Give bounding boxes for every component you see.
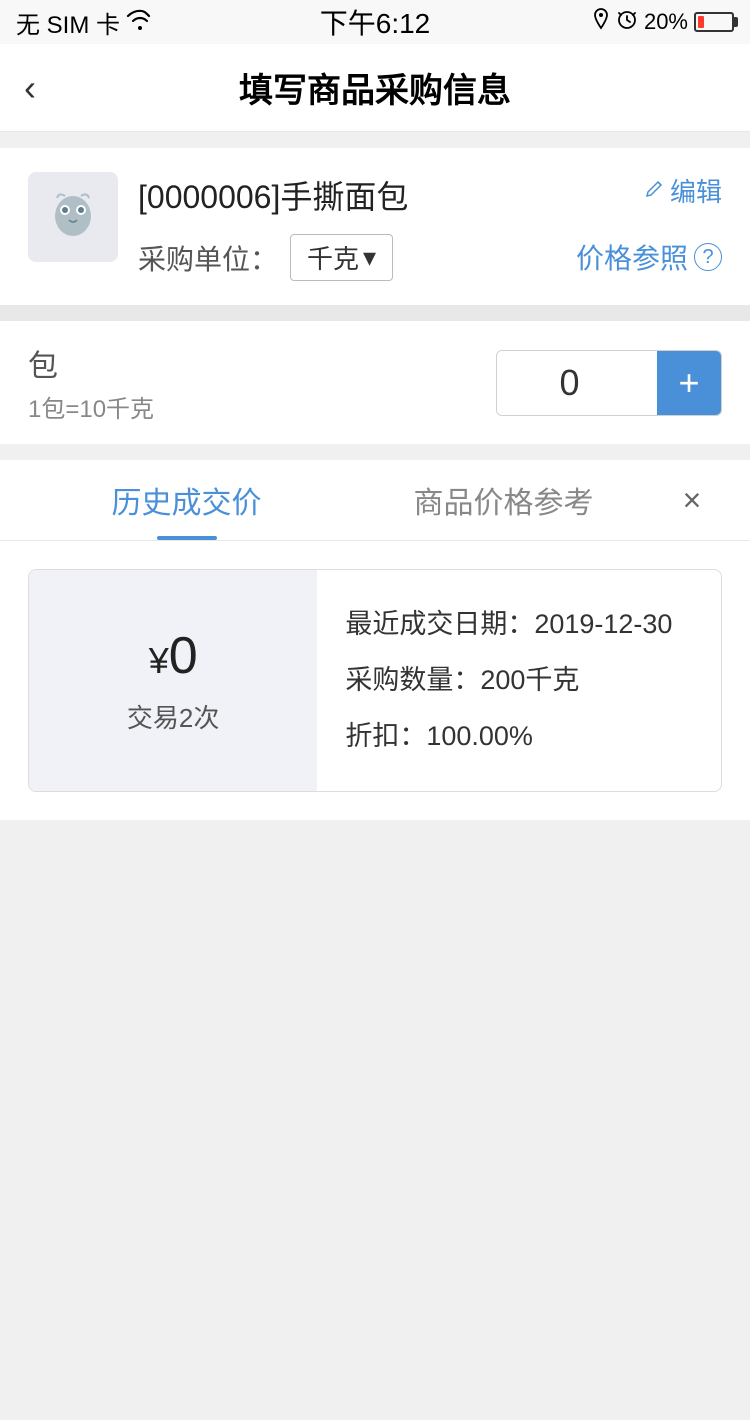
close-icon: × (683, 482, 702, 519)
alarm-icon (616, 8, 638, 36)
quantity-conversion: 1包=10千克 (28, 389, 154, 424)
price-card-left: ¥0 交易2次 (29, 570, 317, 791)
purchase-qty-label: 采购数量： (345, 665, 480, 695)
product-left: [0000006]手撕面包 采购单位： 千克 ▾ (28, 172, 408, 281)
bottom-area (0, 820, 750, 1420)
trade-count: 交易2次 (127, 698, 219, 735)
discount-value: 100.00% (426, 721, 533, 751)
tab-product-price-ref-label: 商品价格参考 (414, 478, 594, 522)
last-deal-date-row: 最近成交日期：2019-12-30 (345, 606, 693, 644)
price-amount: ¥0 (149, 626, 198, 686)
discount-label: 折扣： (345, 721, 426, 751)
quantity-input[interactable] (497, 351, 657, 415)
price-value: 0 (169, 627, 198, 685)
wifi-icon (126, 8, 154, 37)
unit-label: 采购单位： (138, 238, 278, 278)
tab-product-price-ref[interactable]: 商品价格参考 (345, 460, 662, 540)
last-deal-date: 2019-12-30 (534, 609, 672, 639)
product-info: [0000006]手撕面包 采购单位： 千克 ▾ (138, 172, 408, 281)
price-card-right: 最近成交日期：2019-12-30 采购数量：200千克 折扣：100.00% (317, 570, 721, 791)
discount-row: 折扣：100.00% (345, 718, 693, 756)
unit-value: 千克 (307, 239, 359, 276)
edit-label: 编辑 (670, 172, 722, 209)
status-bar: 无 SIM 卡 下午6:12 20% (0, 0, 750, 44)
location-icon (592, 8, 610, 36)
help-icon: ? (694, 243, 722, 271)
unit-selector[interactable]: 千克 ▾ (290, 234, 393, 281)
tabs-section: 历史成交价 商品价格参考 × ¥0 交易2次 最近成交日期：2019-12-30… (0, 460, 750, 820)
status-left: 无 SIM 卡 (16, 5, 154, 40)
tab-history-price[interactable]: 历史成交价 (28, 460, 345, 540)
section-divider (0, 305, 750, 321)
product-header: [0000006]手撕面包 采购单位： 千克 ▾ 编辑 价格参照 (28, 172, 722, 281)
edit-button[interactable]: 编辑 (644, 172, 722, 209)
status-right: 20% (592, 8, 734, 36)
product-section: [0000006]手撕面包 采购单位： 千克 ▾ 编辑 价格参照 (0, 148, 750, 305)
quantity-row: 包 1包=10千克 + (0, 321, 750, 444)
battery-percent: 20% (644, 9, 688, 35)
product-right: 编辑 价格参照 ? (576, 172, 722, 277)
product-image-icon (43, 184, 103, 251)
tab-close-button[interactable]: × (662, 460, 722, 540)
product-thumbnail (28, 172, 118, 262)
page-title: 填写商品采购信息 (239, 63, 511, 112)
quantity-label-area: 包 1包=10千克 (28, 341, 154, 424)
purchase-qty-value: 200千克 (480, 665, 579, 695)
tab-history-price-label: 历史成交价 (112, 478, 262, 522)
price-card: ¥0 交易2次 最近成交日期：2019-12-30 采购数量：200千克 折扣：… (28, 569, 722, 792)
carrier-text: 无 SIM 卡 (16, 5, 120, 40)
quantity-unit-label: 包 (28, 341, 154, 385)
tabs-content: ¥0 交易2次 最近成交日期：2019-12-30 采购数量：200千克 折扣：… (0, 541, 750, 820)
quantity-control: + (496, 350, 722, 416)
nav-bar: ‹ 填写商品采购信息 (0, 44, 750, 132)
product-unit-row: 采购单位： 千克 ▾ (138, 234, 408, 281)
battery-icon (694, 12, 734, 32)
status-time: 下午6:12 (320, 2, 431, 42)
price-ref-button[interactable]: 价格参照 ? (576, 237, 722, 277)
last-deal-label: 最近成交日期： (345, 609, 534, 639)
product-name: [0000006]手撕面包 (138, 172, 408, 218)
quantity-plus-button[interactable]: + (657, 351, 721, 415)
back-button[interactable]: ‹ (24, 67, 36, 109)
currency-symbol: ¥ (149, 640, 169, 681)
purchase-qty-row: 采购数量：200千克 (345, 662, 693, 700)
dropdown-arrow: ▾ (363, 242, 376, 273)
price-ref-label: 价格参照 (576, 237, 688, 277)
tabs-header: 历史成交价 商品价格参考 × (0, 460, 750, 541)
